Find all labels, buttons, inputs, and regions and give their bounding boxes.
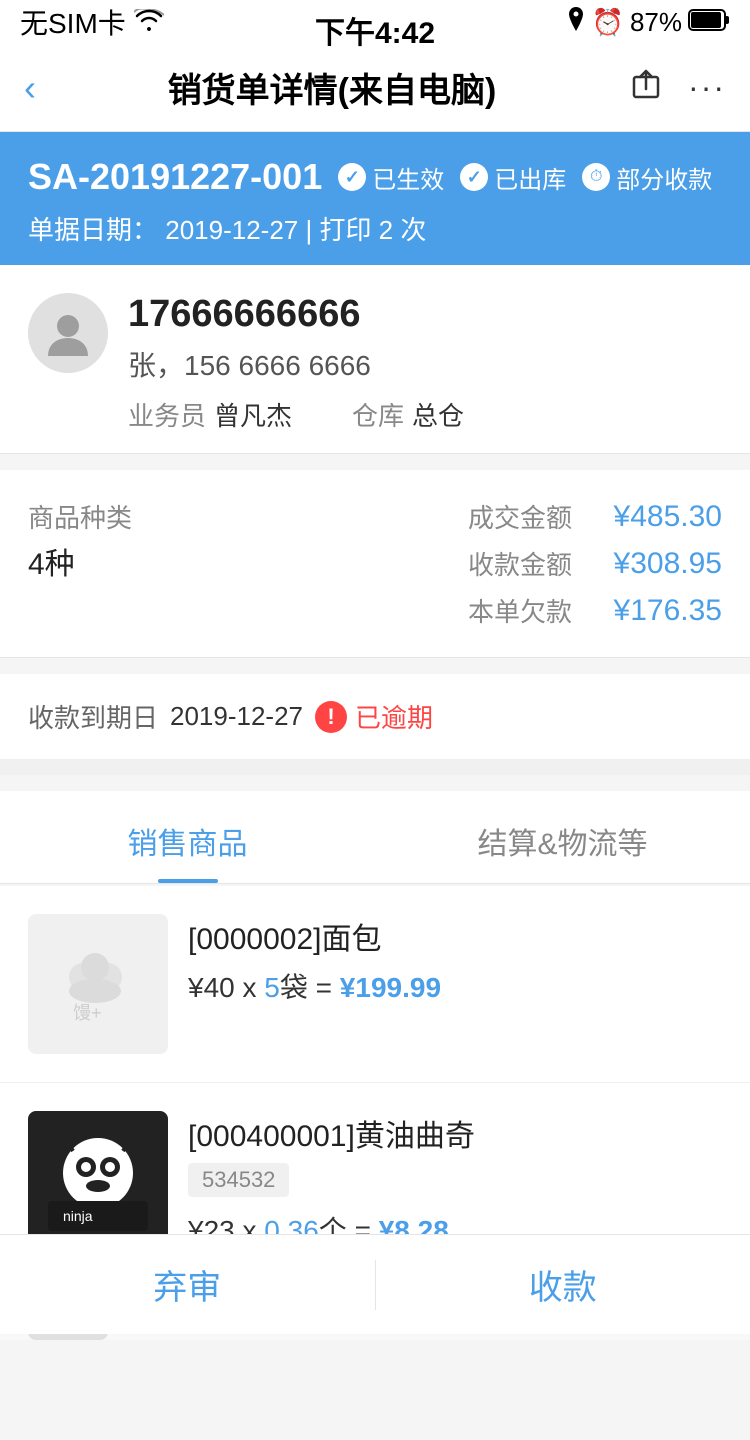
product-price-1: ¥40 x 5袋 = ¥199.99 [188,966,722,1006]
badge-generated: ✓ 已生效 [338,160,444,195]
wifi-icon [134,6,164,38]
nav-bar: ‹ 销货单详情(来自电脑) ··· [0,44,750,132]
print-info: | 打印 2 次 [305,215,426,245]
product-name-1: [0000002]面包 [188,914,722,958]
clock-icon: ⏱ [582,163,610,191]
overdue-icon: ! [315,701,347,733]
tab-settlement-label: 结算&物流等 [477,828,647,861]
deal-amount-row: 成交金额 ¥485.30 [468,498,722,535]
due-section: 收款到期日 2019-12-27 ! 已逾期 [0,674,750,759]
overdue-text: 已逾期 [355,698,433,735]
status-bar: 无SIM卡 下午4:42 ⏰ 87% [0,0,750,44]
badge-label-1: 已生效 [372,160,444,195]
header-banner: SA-20191227-001 ✓ 已生效 ✓ 已出库 ⏱ 部分收款 单据日期：… [0,132,750,265]
product-type-label: 商品种类 [28,498,132,535]
more-icon[interactable]: ··· [688,69,726,106]
overdue-badge: ! 已逾期 [315,698,433,735]
carrier-text: 无SIM卡 [20,2,126,42]
balance-row: 本单欠款 ¥176.35 [468,592,722,629]
balance-label: 本单欠款 [468,592,572,629]
product-name-2: [000400001]黄油曲奇 [188,1111,722,1155]
warehouse-label: 仓库 [352,396,404,433]
section-gap [0,759,750,775]
salesperson-value: 曾凡杰 [214,396,292,433]
tab-products-label: 销售商品 [128,828,248,861]
bottom-spacer [0,1340,750,1440]
deal-amount-value: ¥485.30 [592,500,722,534]
stats-section: 商品种类 4种 成交金额 ¥485.30 收款金额 ¥308.95 本单欠款 ¥… [0,470,750,657]
payment-row: 收款金额 ¥308.95 [468,545,722,582]
payment-label: 收款金额 [468,545,572,582]
customer-info: 17666666666 张，156 6666 6666 业务员 曾凡杰 仓库 总… [128,293,722,433]
stat-left: 商品种类 4种 [28,498,132,583]
due-label: 收款到期日 [28,698,158,735]
status-left: 无SIM卡 [20,2,164,42]
back-button[interactable]: ‹ [24,67,36,109]
due-date-value: 2019-12-27 [170,701,303,732]
header-banner-row1: SA-20191227-001 ✓ 已生效 ✓ 已出库 ⏱ 部分收款 [28,156,722,198]
location-icon [566,7,586,38]
date-value: 2019-12-27 [165,215,298,245]
salesperson-item: 业务员 曾凡杰 [128,396,292,433]
order-id: SA-20191227-001 [28,156,322,198]
date-label: 单据日期： [28,215,158,245]
list-item: 馒+ [0000002]面包 ¥40 x 5袋 = ¥199.99 [0,886,750,1083]
customer-meta: 业务员 曾凡杰 仓库 总仓 [128,396,722,433]
check-icon-1: ✓ [338,163,366,191]
customer-id: 17666666666 [128,293,722,336]
badge-label-3: 部分收款 [616,160,712,195]
customer-section: 17666666666 张，156 6666 6666 业务员 曾凡杰 仓库 总… [0,265,750,453]
battery-text: 87% [630,7,682,38]
svg-text:馒+: 馒+ [73,1003,102,1023]
svg-text:ninja: ninja [63,1208,93,1224]
badge-partial-payment: ⏱ 部分收款 [582,160,712,195]
salesperson-label: 业务员 [128,396,206,433]
product-type-count: 4种 [28,539,132,583]
deal-amount-label: 成交金额 [468,498,572,535]
battery-icon [688,7,730,38]
page-title: 销货单详情(来自电脑) [168,63,497,112]
avatar [28,293,108,373]
product-sku-badge: 534532 [188,1163,289,1197]
balance-value: ¥176.35 [592,594,722,628]
product-qty-1: 5 [264,972,280,1003]
header-banner-date-row: 单据日期： 2019-12-27 | 打印 2 次 [28,210,722,247]
product-total-1: ¥199.99 [340,972,441,1003]
alarm-icon: ⏰ [592,7,624,38]
product-info-1: [0000002]面包 ¥40 x 5袋 = ¥199.99 [188,914,722,1006]
tabs-section: 销售商品 结算&物流等 [0,791,750,884]
product-image-2: ninja [28,1111,168,1251]
warehouse-value: 总仓 [412,396,464,433]
time-display: 下午4:42 [315,8,435,52]
cancel-review-button[interactable]: 弃审 [0,1240,375,1329]
tab-settlement[interactable]: 结算&物流等 [375,791,750,883]
product-info-2: [000400001]黄油曲奇 534532 ¥23 x 0.36个 = ¥8.… [188,1111,722,1249]
product-code-2: [000400001] [188,1120,355,1153]
warehouse-item: 仓库 总仓 [352,396,464,433]
stat-right: 成交金额 ¥485.30 收款金额 ¥308.95 本单欠款 ¥176.35 [468,498,722,629]
divider-2 [0,657,750,658]
share-icon[interactable] [628,67,664,108]
badge-label-2: 已出库 [494,160,566,195]
divider-1 [0,453,750,454]
product-code-1: [0000002] [188,923,321,956]
product-image-1: 馒+ [28,914,168,1054]
check-icon-2: ✓ [460,163,488,191]
nav-icons: ··· [628,67,726,108]
bottom-bar: 弃审 收款 [0,1234,750,1334]
tab-products[interactable]: 销售商品 [0,791,375,883]
status-right: ⏰ 87% [566,7,730,38]
customer-name-phone: 张，156 6666 6666 [128,344,722,384]
badge-shipped: ✓ 已出库 [460,160,566,195]
payment-button[interactable]: 收款 [376,1240,750,1329]
payment-value: ¥308.95 [592,547,722,581]
